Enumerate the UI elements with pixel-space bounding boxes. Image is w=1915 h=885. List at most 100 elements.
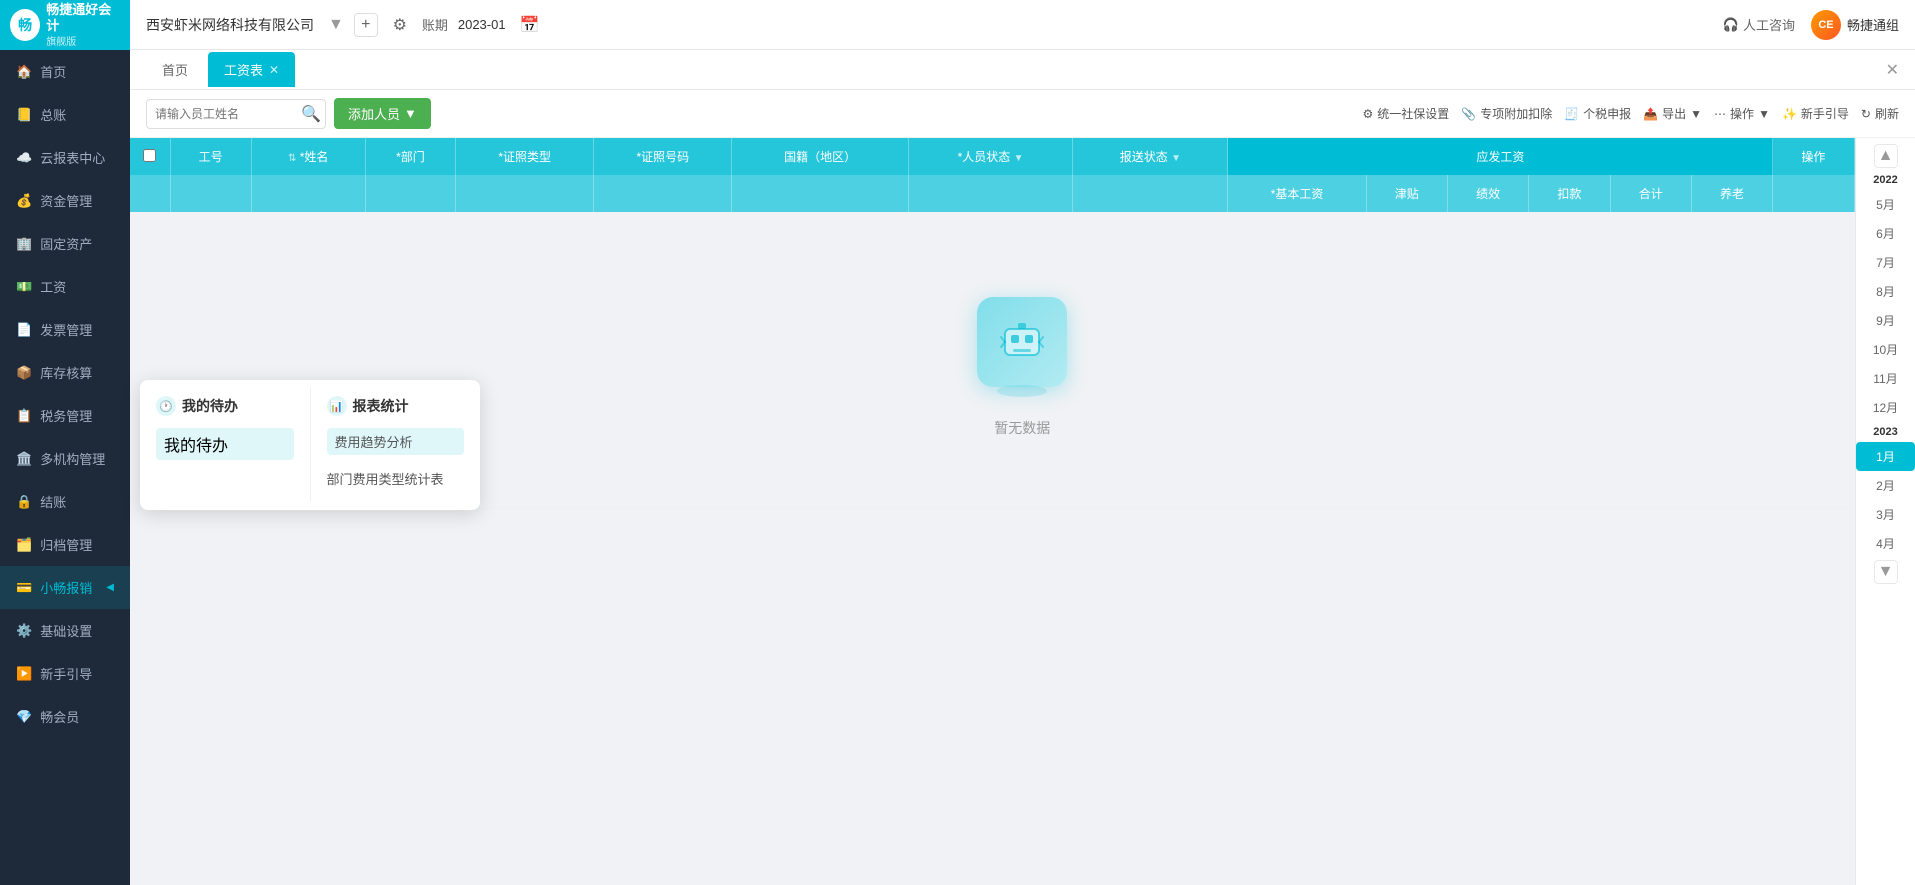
th-sub-empty1 (130, 175, 170, 212)
calendar-nav-down[interactable]: ▼ (1874, 560, 1898, 584)
fund-icon: 💰 (16, 193, 32, 209)
sidebar-item-multi-org[interactable]: 🏛️ 多机构管理 (0, 437, 130, 480)
th-sub-empty6 (594, 175, 732, 212)
th-sub-empty5 (456, 175, 594, 212)
th-pension: 养老 (1691, 175, 1772, 212)
period-value: 2023-01 (458, 17, 506, 32)
cal-month-7[interactable]: 7月 (1856, 248, 1915, 277)
add-person-button[interactable]: 添加人员 ▼ (334, 98, 431, 129)
table-wrapper: 工号 ⇅ *姓名 *部门 *证照类型 *证照号码 (130, 138, 1915, 885)
th-actions: 操作 (1773, 138, 1854, 175)
table-area: 工号 ⇅ *姓名 *部门 *证照类型 *证照号码 (130, 138, 1915, 885)
cloud-icon: ☁️ (16, 150, 32, 166)
sidebar-item-ledger[interactable]: 📒 总账 (0, 93, 130, 136)
support-button[interactable]: 🎧 人工咨询 (1723, 15, 1795, 34)
tab-close-icon[interactable]: ✕ (269, 63, 279, 77)
sidebar-item-cloud-report[interactable]: ☁️ 云报表中心 (0, 136, 130, 179)
sidebar-item-new-guide[interactable]: ▶️ 新手引导 (0, 652, 130, 695)
header-right: 🎧 人工咨询 CE 畅捷通组 (1723, 10, 1899, 40)
tab-salary-table[interactable]: 工资表 ✕ (208, 52, 295, 87)
cal-month-4[interactable]: 4月 (1856, 529, 1915, 558)
personal-tax-icon: 🧾 (1564, 107, 1579, 121)
xiaochang-icon: 💳 (16, 580, 32, 596)
empty-text: 暂无数据 (994, 418, 1050, 438)
th-sub-empty2 (170, 175, 251, 212)
th-nationality: 国籍（地区） (732, 138, 908, 175)
company-name: 西安虾米网络科技有限公司 (146, 15, 314, 35)
sidebar-item-tax[interactable]: 📋 税务管理 (0, 394, 130, 437)
robot-svg (997, 317, 1047, 367)
cal-month-1-active[interactable]: 1月 (1856, 442, 1915, 471)
send-filter-icon[interactable]: ▼ (1171, 153, 1181, 164)
search-input[interactable] (155, 107, 295, 121)
add-company-button[interactable]: + (354, 13, 378, 37)
inventory-icon: 📦 (16, 365, 32, 381)
sidebar-logo: 畅 畅捷通好会计 旗舰版 (0, 0, 130, 50)
sidebar-item-vip[interactable]: 💎 畅会员 (0, 695, 130, 738)
home-icon: 🏠 (16, 64, 32, 80)
operate-action[interactable]: ⋯ 操作 ▼ (1714, 105, 1770, 122)
social-insurance-action[interactable]: ⚙ 统一社保设置 (1362, 105, 1449, 122)
sidebar-item-fixed-assets[interactable]: 🏢 固定资产 (0, 222, 130, 265)
th-id-type: *证照类型 (456, 138, 594, 175)
calendar-year-2023: 2023 (1873, 422, 1897, 442)
sort-icon[interactable]: ⇅ (288, 153, 296, 164)
search-wrapper: 🔍 (146, 99, 326, 129)
new-guide-action[interactable]: ✨ 新手引导 (1782, 105, 1849, 122)
refresh-icon: ↻ (1861, 107, 1871, 121)
cal-month-11[interactable]: 11月 (1856, 364, 1915, 393)
sidebar-item-salary[interactable]: 💵 工资 (0, 265, 130, 308)
cal-month-5[interactable]: 5月 (1856, 190, 1915, 219)
user-menu[interactable]: CE 畅捷通组 (1811, 10, 1899, 40)
th-checkbox[interactable] (130, 138, 170, 175)
sidebar-item-xiaochang[interactable]: 💳 小畅报销 ◀ (0, 566, 130, 609)
sidebar-item-archive[interactable]: 🗂️ 归档管理 (0, 523, 130, 566)
calendar-nav-up[interactable]: ▲ (1874, 144, 1898, 168)
company-dropdown-icon[interactable]: ▼ (328, 16, 344, 34)
th-deduct: 扣款 (1529, 175, 1610, 212)
popup-item-dept-cost[interactable]: 部门费用类型统计表 (327, 463, 465, 494)
cal-month-3[interactable]: 3月 (1856, 500, 1915, 529)
support-icon: 🎧 (1723, 17, 1739, 33)
th-total: 合计 (1610, 175, 1691, 212)
sidebar-item-basic-settings[interactable]: ⚙️ 基础设置 (0, 609, 130, 652)
sidebar-item-inventory[interactable]: 📦 库存核算 (0, 351, 130, 394)
export-dropdown-icon: ▼ (1690, 107, 1702, 121)
popup-item-cost-trend[interactable]: 费用趋势分析 (327, 428, 465, 455)
personal-tax-action[interactable]: 🧾 个税申报 (1564, 105, 1631, 122)
settings-button[interactable]: ⚙ (388, 13, 412, 37)
calendar-icon[interactable]: 📅 (520, 15, 540, 35)
user-name: 畅捷通组 (1847, 15, 1899, 34)
cal-month-9[interactable]: 9月 (1856, 306, 1915, 335)
calendar-panel: ▲ 2022 5月 6月 7月 8月 9月 10月 11月 12月 2023 1… (1855, 138, 1915, 885)
sidebar-item-home[interactable]: 🏠 首页 (0, 50, 130, 93)
export-action[interactable]: 📤 导出 ▼ (1643, 105, 1702, 122)
select-all-checkbox[interactable] (143, 149, 156, 162)
close-accounts-icon: 🔒 (16, 494, 32, 510)
operate-dropdown-icon: ▼ (1758, 107, 1770, 121)
filter-icon[interactable]: ▼ (1014, 153, 1024, 164)
avatar: CE (1811, 10, 1841, 40)
cal-month-8[interactable]: 8月 (1856, 277, 1915, 306)
sidebar-item-invoice[interactable]: 📄 发票管理 (0, 308, 130, 351)
sidebar-item-close[interactable]: 🔒 结账 (0, 480, 130, 523)
cal-month-10[interactable]: 10月 (1856, 335, 1915, 364)
th-sub-empty4 (365, 175, 456, 212)
close-all-tabs-icon[interactable]: ✕ (1886, 62, 1899, 79)
tab-home[interactable]: 首页 (146, 52, 204, 87)
logo-text: 畅捷通好会计 旗舰版 (46, 2, 120, 48)
sidebar-item-fund[interactable]: 💰 资金管理 (0, 179, 130, 222)
cal-month-6[interactable]: 6月 (1856, 219, 1915, 248)
tab-bar-right: ✕ (1886, 60, 1899, 80)
cal-month-2[interactable]: 2月 (1856, 471, 1915, 500)
logo-icon: 畅 (10, 9, 40, 41)
th-send-status: 报送状态 ▼ (1073, 138, 1228, 175)
special-deduct-action[interactable]: 📎 专项附加扣除 (1461, 105, 1552, 122)
th-sub-empty7 (732, 175, 908, 212)
cal-month-12[interactable]: 12月 (1856, 393, 1915, 422)
calendar-year-2022: 2022 (1873, 170, 1897, 190)
tab-bar: 首页 工资表 ✕ ✕ (130, 50, 1915, 90)
th-sub-empty3 (251, 175, 365, 212)
refresh-action[interactable]: ↻ 刷新 (1861, 105, 1899, 122)
popup-item-pending[interactable]: 我的待办 (156, 428, 294, 460)
